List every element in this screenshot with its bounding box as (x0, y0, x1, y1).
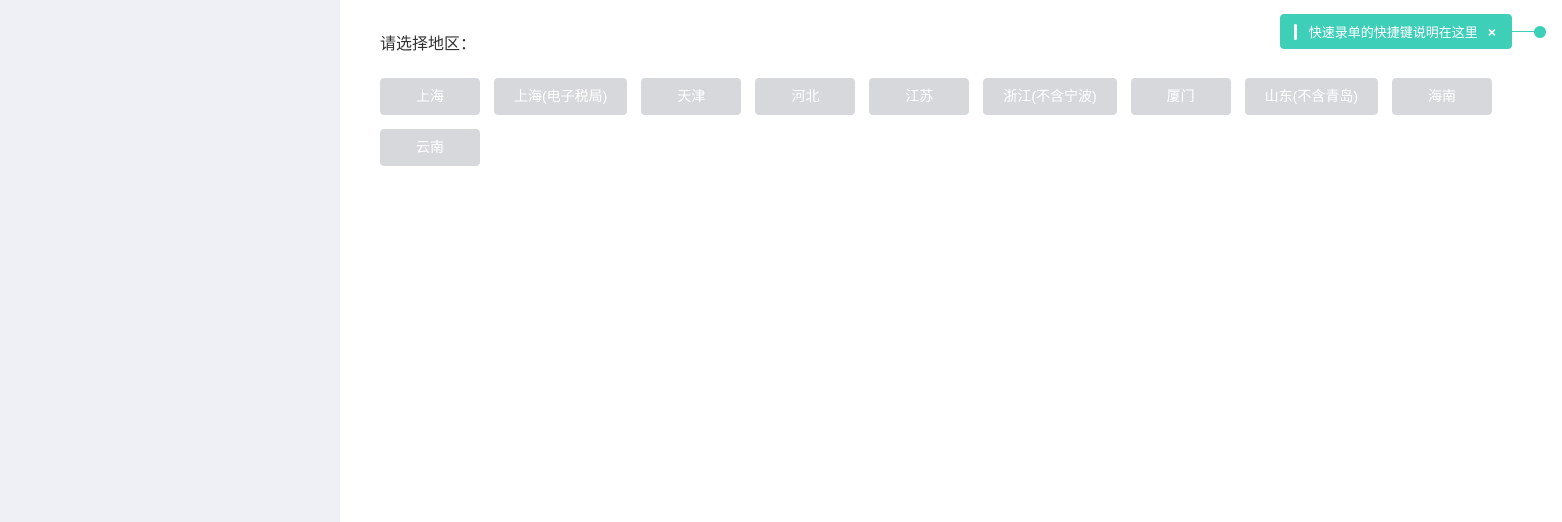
tooltip-close-button[interactable]: × (1486, 24, 1498, 40)
region-buttons: 上海上海(电子税局) 天津河北江苏浙江(不含宁波) 厦门山东(不含青岛) 海南云南 (380, 78, 1522, 166)
region-btn-shanghai-etax[interactable]: 上海(电子税局) (494, 78, 627, 115)
region-btn-zhejiang[interactable]: 浙江(不含宁波) (983, 78, 1116, 115)
region-btn-hebei[interactable]: 河北 (755, 78, 855, 115)
main-content: 请选择地区： 上海上海(电子税局)天津河北江苏浙江(不含宁波)厦门山东(不含青岛… (340, 0, 1562, 522)
region-btn-shandong[interactable]: 山东(不含青岛) (1245, 78, 1378, 115)
tooltip-banner: 快速录单的快捷键说明在这里 × (1280, 14, 1512, 49)
region-btn-yunnan[interactable]: 云南 (380, 129, 480, 166)
region-btn-hainan[interactable]: 海南 (1392, 78, 1492, 115)
region-btn-shanghai[interactable]: 上海 (380, 78, 480, 115)
tooltip-bar (1294, 24, 1297, 40)
tooltip-dot (1534, 26, 1546, 38)
tooltip-connector-line (1512, 31, 1540, 32)
region-btn-jiangsu[interactable]: 江苏 (869, 78, 969, 115)
tooltip-text: 快速录单的快捷键说明在这里 (1309, 22, 1478, 41)
sidebar (0, 0, 340, 522)
region-btn-xiamen[interactable]: 厦门 (1131, 78, 1231, 115)
region-btn-tianjin[interactable]: 天津 (641, 78, 741, 115)
